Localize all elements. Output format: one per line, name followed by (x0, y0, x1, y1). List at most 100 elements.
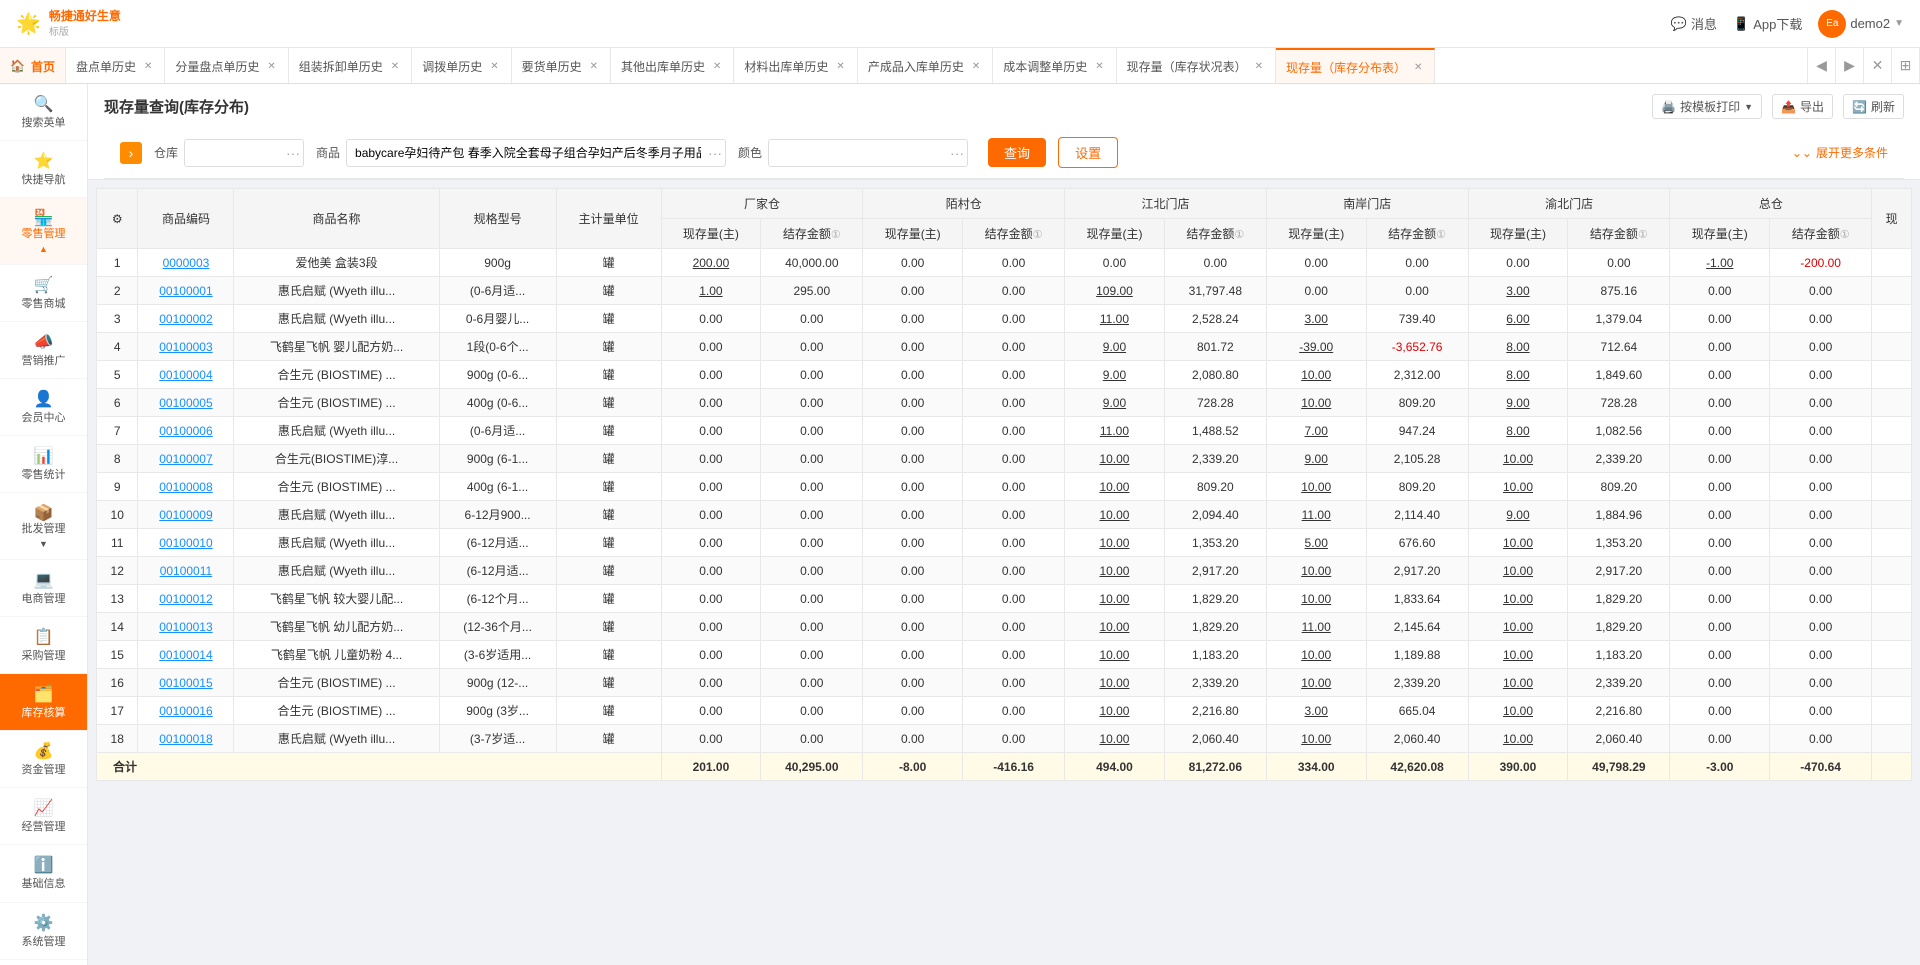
app-download-btn[interactable]: 📱 App下载 (1733, 14, 1802, 33)
th-name: 商品名称 (234, 189, 439, 249)
th-settings[interactable]: ⚙ (97, 189, 138, 249)
tab-clck-close[interactable]: ✕ (834, 60, 846, 73)
operations-icon: 📈 (34, 798, 54, 818)
tab-clck-history[interactable]: 材料出库单历史 ✕ (734, 48, 857, 84)
tab-expand-btn[interactable]: ⊞ (1892, 48, 1920, 84)
tab-cprk-close[interactable]: ✕ (970, 60, 982, 73)
tab-qtck-history[interactable]: 其他出库单历史 ✕ (611, 48, 734, 84)
sidebar-item-retail-mgmt[interactable]: 🏪 零售管理 ▲ (0, 198, 87, 264)
tab-xcl-ksfb[interactable]: 现存量（库存分布表） ✕ (1276, 48, 1435, 84)
goods-input-wrapper: ··· (346, 139, 726, 167)
table-row: 400100003飞鹤星飞帆 婴儿配方奶...1段(0-6个...罐0.000.… (97, 333, 1912, 361)
summary-yb-amt: 49,798.29 (1568, 753, 1670, 781)
tab-home[interactable]: 🏠 首页 (0, 48, 66, 84)
table-row: 1700100016合生元 (BIOSTIME) ...900g (3岁...罐… (97, 697, 1912, 725)
sidebar-item-finance[interactable]: 💰 资金管理 (0, 731, 87, 788)
ecommerce-icon: 💻 (34, 570, 54, 590)
sidebar-item-member[interactable]: 👤 会员中心 (0, 379, 87, 436)
tab-qtck-close[interactable]: ✕ (711, 60, 723, 73)
user-area[interactable]: Ea demo2 ▼ (1818, 10, 1904, 38)
color-dots-btn[interactable]: ··· (950, 146, 964, 160)
sidebar-item-basic-info[interactable]: ℹ️ 基础信息 (0, 845, 87, 902)
tab-pdd-history[interactable]: 盘点单历史 ✕ (66, 48, 165, 84)
summary-mc-qty: -8.00 (863, 753, 963, 781)
search-icon: 🔍 (34, 94, 54, 114)
tab-next-btn[interactable]: ▶ (1836, 48, 1864, 84)
table-container[interactable]: ⚙ 商品编码 商品名称 规格型号 主计量单位 厂家仓 陌村仓 江北门店 南岸门店… (88, 180, 1920, 965)
summary-cj-amt: 40,295.00 (761, 753, 863, 781)
tab-zzcc-history[interactable]: 组装拆卸单历史 ✕ (289, 48, 412, 84)
sidebar-item-retail-stats[interactable]: 📊 零售统计 (0, 436, 87, 493)
th-yubei: 渝北门店 (1468, 189, 1670, 219)
summary-jb-qty: 494.00 (1065, 753, 1165, 781)
th-current: 现 (1872, 189, 1912, 249)
tab-yh-history[interactable]: 要货单历史 ✕ (512, 48, 611, 84)
table-row: 1600100015合生元 (BIOSTIME) ...900g (12-...… (97, 669, 1912, 697)
export-icon: 📤 (1781, 100, 1796, 114)
sidebar-item-purchase[interactable]: 📋 采购管理 (0, 617, 87, 674)
table-row: 1800100018惠氏启赋 (Wyeth illu...(3-7岁适...罐0… (97, 725, 1912, 753)
tab-fpdd-close[interactable]: ✕ (265, 60, 277, 73)
tab-db-history[interactable]: 调拨单历史 ✕ (412, 48, 511, 84)
sidebar-item-quicknav[interactable]: ⭐ 快捷导航 (0, 141, 87, 198)
page-actions: 🖨️ 按模板打印 ▼ 📤 导出 🔄 刷新 (1652, 94, 1904, 127)
tab-pdd-close[interactable]: ✕ (142, 60, 154, 73)
settings-icon2[interactable]: ⚙ (112, 212, 123, 226)
tab-qtck-label: 其他出库单历史 (621, 58, 705, 75)
tab-close-all-btn[interactable]: ✕ (1864, 48, 1892, 84)
sidebar-purchase-label: 采购管理 (22, 650, 66, 663)
color-label: 颜色 (738, 144, 762, 161)
table-row: 10000003爱他美 盒装3段900g罐200.0040,000.000.00… (97, 249, 1912, 277)
tab-xcl-kszk[interactable]: 现存量（库存状况表） ✕ (1117, 48, 1276, 84)
goods-input[interactable] (346, 139, 726, 167)
goods-dots-btn[interactable]: ··· (708, 146, 722, 160)
tab-yh-close[interactable]: ✕ (588, 60, 600, 73)
sidebar-item-inventory[interactable]: 🗂️ 库存核算 (0, 674, 87, 731)
sidebar-item-search[interactable]: 🔍 搜索英单 (0, 84, 87, 141)
tab-prev-btn[interactable]: ◀ (1808, 48, 1836, 84)
tab-db-close[interactable]: ✕ (488, 60, 500, 73)
tab-xcl-kszk-label: 现存量（库存状况表） (1127, 58, 1247, 75)
tab-cbtz-close[interactable]: ✕ (1093, 60, 1105, 73)
sidebar-retail-stats-label: 零售统计 (22, 469, 66, 482)
content-area: 现存量查询(库存分布) 🖨️ 按模板打印 ▼ 📤 导出 🔄 刷新 (88, 84, 1920, 965)
color-input[interactable] (768, 139, 968, 167)
print-btn[interactable]: 🖨️ 按模板打印 ▼ (1652, 94, 1762, 119)
sidebar-retail-mall-label: 零售商城 (22, 298, 66, 311)
tab-fpdd-history[interactable]: 分量盘点单历史 ✕ (165, 48, 288, 84)
sidebar: 🔍 搜索英单 ⭐ 快捷导航 🏪 零售管理 ▲ 🛒 零售商城 📣 营销推广 👤 会… (0, 84, 88, 965)
inventory-icon: 🗂️ (34, 684, 54, 704)
sidebar-item-operations[interactable]: 📈 经营管理 (0, 788, 87, 845)
page-header: 现存量查询(库存分布) 🖨️ 按模板打印 ▼ 📤 导出 🔄 刷新 (88, 84, 1920, 180)
expand-btn[interactable]: › (120, 142, 142, 164)
th-na-amt: 结存金额① (1366, 219, 1468, 249)
query-btn[interactable]: 查询 (988, 138, 1046, 167)
sidebar-item-marketing[interactable]: 📣 营销推广 (0, 322, 87, 379)
refresh-btn[interactable]: 🔄 刷新 (1843, 94, 1904, 119)
goods-label: 商品 (316, 144, 340, 161)
export-btn[interactable]: 📤 导出 (1772, 94, 1833, 119)
summary-na-qty: 334.00 (1266, 753, 1366, 781)
cart-icon: 🛒 (34, 275, 54, 295)
tab-zzcc-close[interactable]: ✕ (389, 60, 401, 73)
tab-xcl-kszk-close[interactable]: ✕ (1253, 60, 1265, 73)
tab-fpdd-label: 分量盘点单历史 (175, 58, 259, 75)
sidebar-item-retail-mall[interactable]: 🛒 零售商城 (0, 265, 87, 322)
warehouse-dots-btn[interactable]: ··· (286, 146, 300, 160)
tab-clck-label: 材料出库单历史 (744, 58, 828, 75)
table-row: 300100002惠氏启赋 (Wyeth illu...0-6月婴儿...罐0.… (97, 305, 1912, 333)
sidebar-item-ecommerce[interactable]: 💻 电商管理 (0, 560, 87, 617)
sidebar-item-system[interactable]: ⚙️ 系统管理 (0, 903, 87, 960)
tab-cbtz-history[interactable]: 成本调整单历史 ✕ (993, 48, 1116, 84)
expand-conditions-btn[interactable]: ⌄⌄ 展开更多条件 (1792, 144, 1888, 161)
settings-btn[interactable]: 设置 (1058, 137, 1118, 168)
sidebar-inventory-label: 库存核算 (22, 707, 66, 720)
message-btn[interactable]: 💬 消息 (1671, 14, 1717, 33)
tab-cprk-history[interactable]: 产成品入库单历史 ✕ (858, 48, 993, 84)
chevron-up-icon: ▲ (39, 244, 48, 254)
tab-xcl-ksfb-close[interactable]: ✕ (1412, 61, 1424, 74)
sidebar-item-wholesale[interactable]: 📦 批发管理 ▼ (0, 493, 87, 559)
sidebar-item-collab[interactable]: 🤝 企业协同 (0, 960, 87, 965)
sidebar-retail-label: 零售管理 (22, 228, 66, 241)
th-cj-qty: 现存量(主) (661, 219, 761, 249)
